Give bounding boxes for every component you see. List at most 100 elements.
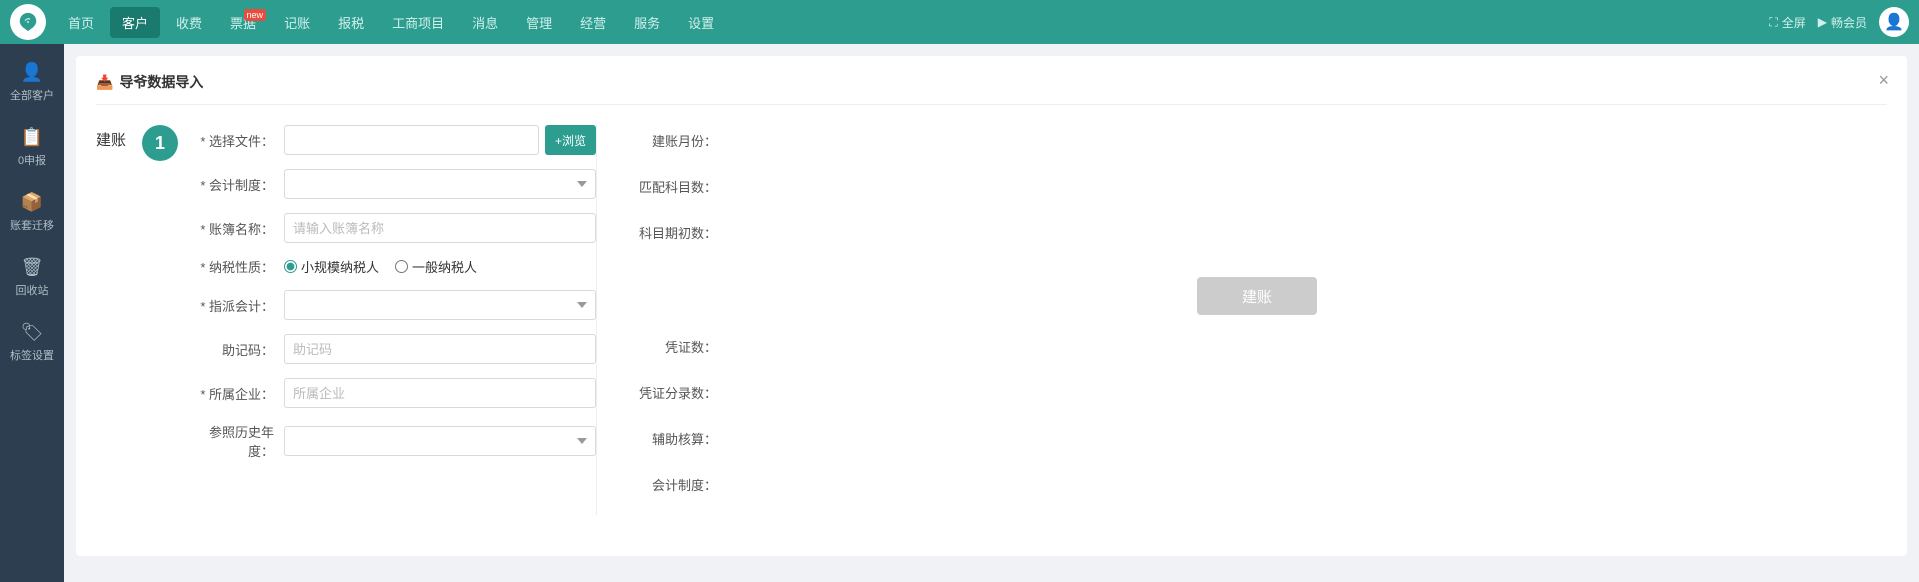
voucher-count-value xyxy=(727,331,1887,361)
nav-item-home[interactable]: 首页 xyxy=(56,7,106,38)
card-header: 📥 导爷数据导入 xyxy=(96,72,1887,105)
nav-item-account[interactable]: 记账 xyxy=(272,7,322,38)
trash-icon: 🗑 xyxy=(21,257,44,278)
build-month-row: 建账月份： xyxy=(627,125,1887,155)
match-subject-row: 匹配科目数： xyxy=(627,171,1887,201)
form-layout: 建账 1 * 选择文件： +浏览 xyxy=(96,125,1887,515)
tax-type-label: * 纳税性质： xyxy=(194,257,284,276)
radio-general-taxpayer[interactable]: 一般纳税人 xyxy=(395,257,477,276)
avatar[interactable]: 👤 xyxy=(1879,7,1909,37)
sidebar-item-trash[interactable]: 🗑 回收站 xyxy=(0,247,64,308)
sidebar-item-account-migrate[interactable]: 📦 账套迁移 xyxy=(0,182,64,243)
subject-initial-value xyxy=(727,217,1887,247)
fullscreen-button[interactable]: ⛶ 全屏 xyxy=(1769,14,1805,31)
nav-item-message[interactable]: 消息 xyxy=(460,7,510,38)
accounting-system-label: * 会计制度： xyxy=(194,175,284,194)
nav-item-tax[interactable]: 报税 xyxy=(326,7,376,38)
radio-small-input[interactable] xyxy=(284,260,297,273)
sidebar-item-declare[interactable]: 📋 0申报 xyxy=(0,117,64,178)
sidebar-item-label: 0申报 xyxy=(18,152,46,168)
history-year-select[interactable] xyxy=(284,426,596,456)
memo-row: 助记码： xyxy=(194,334,596,364)
assign-accountant-select[interactable] xyxy=(284,290,596,320)
build-month-label: 建账月份： xyxy=(627,131,727,150)
nav-item-settings[interactable]: 设置 xyxy=(676,7,726,38)
member-icon: ▶ xyxy=(1818,15,1827,29)
import-card: 📥 导爷数据导入 × 建账 1 * 选择文件： xyxy=(76,56,1907,556)
aux-calc-value xyxy=(727,423,1887,453)
form-right: 建账月份： 匹配科目数： 科目期初数： 建账 凭证 xyxy=(596,125,1887,515)
company-input[interactable] xyxy=(284,378,596,408)
company-row: * 所属企业： xyxy=(194,378,596,408)
title-icon: 📥 xyxy=(96,74,113,91)
right-accounting-system-value xyxy=(727,469,1887,499)
step-circle: 1 xyxy=(142,125,178,161)
history-year-row: 参照历史年度： xyxy=(194,422,596,460)
file-label: * 选择文件： xyxy=(194,131,284,150)
voucher-entry-label: 凭证分录数： xyxy=(627,383,727,402)
accounting-system-row: * 会计制度： xyxy=(194,169,596,199)
accounting-system-select[interactable] xyxy=(284,169,596,199)
form-fields: * 选择文件： +浏览 * 会计制度： xyxy=(194,125,596,474)
step-label: 建账 xyxy=(96,125,126,150)
nav-item-fee[interactable]: 收费 xyxy=(164,7,214,38)
memo-label: 助记码： xyxy=(194,340,284,359)
all-customers-icon: 👤 xyxy=(21,62,43,83)
close-button[interactable]: × xyxy=(1878,70,1889,91)
file-row: * 选择文件： +浏览 xyxy=(194,125,596,155)
nav-item-industry[interactable]: 工商项目 xyxy=(380,7,456,38)
tax-type-row: * 纳税性质： 小规模纳税人 一般纳税人 xyxy=(194,257,596,276)
main-layout: 👤 全部客户 📋 0申报 📦 账套迁移 🗑 回收站 🏷 标签设置 📥 导爷数据导… xyxy=(0,44,1919,582)
aux-calc-row: 辅助核算： xyxy=(627,423,1887,453)
sidebar-item-label: 全部客户 xyxy=(10,87,54,103)
fullscreen-icon: ⛶ xyxy=(1769,15,1777,30)
assign-accountant-row: * 指派会计： xyxy=(194,290,596,320)
sidebar-item-tag-settings[interactable]: 🏷 标签设置 xyxy=(0,312,64,373)
file-input[interactable] xyxy=(284,125,539,155)
account-migrate-icon: 📦 xyxy=(21,192,43,213)
radio-general-label: 一般纳税人 xyxy=(412,257,477,276)
subject-initial-row: 科目期初数： xyxy=(627,217,1887,247)
tax-type-radio-group: 小规模纳税人 一般纳税人 xyxy=(284,257,477,276)
right-accounting-system-label: 会计制度： xyxy=(627,475,727,494)
radio-small-label: 小规模纳税人 xyxy=(301,257,379,276)
radio-small-taxpayer[interactable]: 小规模纳税人 xyxy=(284,257,379,276)
file-input-row: +浏览 xyxy=(284,125,596,155)
build-button[interactable]: 建账 xyxy=(1197,277,1317,315)
assign-accountant-label: * 指派会计： xyxy=(194,296,284,315)
history-year-label: 参照历史年度： xyxy=(194,422,284,460)
step-section: 建账 1 * 选择文件： +浏览 xyxy=(96,125,596,474)
memo-input[interactable] xyxy=(284,334,596,364)
company-label: * 所属企业： xyxy=(194,384,284,403)
nav-item-manage[interactable]: 管理 xyxy=(514,7,564,38)
voucher-count-label: 凭证数： xyxy=(627,337,727,356)
nav-item-operation[interactable]: 经营 xyxy=(568,7,618,38)
form-left: 建账 1 * 选择文件： +浏览 xyxy=(96,125,596,515)
page-title: 导爷数据导入 xyxy=(119,72,203,92)
radio-general-input[interactable] xyxy=(395,260,408,273)
ledger-name-input[interactable] xyxy=(284,213,596,243)
tag-settings-icon: 🏷 xyxy=(21,322,44,343)
nav-item-customer[interactable]: 客户 xyxy=(110,7,160,38)
nav-item-invoice[interactable]: 票据 new xyxy=(218,7,268,38)
match-subject-value xyxy=(727,171,1887,201)
right-accounting-system-row: 会计制度： xyxy=(627,469,1887,499)
member-button[interactable]: ▶ 畅会员 xyxy=(1818,14,1867,31)
nav-items: 首页 客户 收费 票据 new 记账 报税 工商项目 消息 管理 经营 服务 设… xyxy=(56,7,1769,38)
ledger-name-label: * 账簿名称： xyxy=(194,219,284,238)
sidebar-item-all-customers[interactable]: 👤 全部客户 xyxy=(0,52,64,113)
nav-right: ⛶ 全屏 ▶ 畅会员 👤 xyxy=(1769,7,1909,37)
aux-calc-label: 辅助核算： xyxy=(627,429,727,448)
voucher-entry-value xyxy=(727,377,1887,407)
browse-button[interactable]: +浏览 xyxy=(545,125,596,155)
match-subject-label: 匹配科目数： xyxy=(627,177,727,196)
sidebar-item-label: 账套迁移 xyxy=(10,217,54,233)
nav-item-service[interactable]: 服务 xyxy=(622,7,672,38)
app-logo[interactable] xyxy=(10,4,46,40)
voucher-entry-row: 凭证分录数： xyxy=(627,377,1887,407)
sidebar: 👤 全部客户 📋 0申报 📦 账套迁移 🗑 回收站 🏷 标签设置 xyxy=(0,44,64,582)
build-month-value xyxy=(727,125,1887,155)
top-navigation: 首页 客户 收费 票据 new 记账 报税 工商项目 消息 管理 经营 服务 设… xyxy=(0,0,1919,44)
sidebar-item-label: 标签设置 xyxy=(10,347,54,363)
ledger-name-row: * 账簿名称： xyxy=(194,213,596,243)
